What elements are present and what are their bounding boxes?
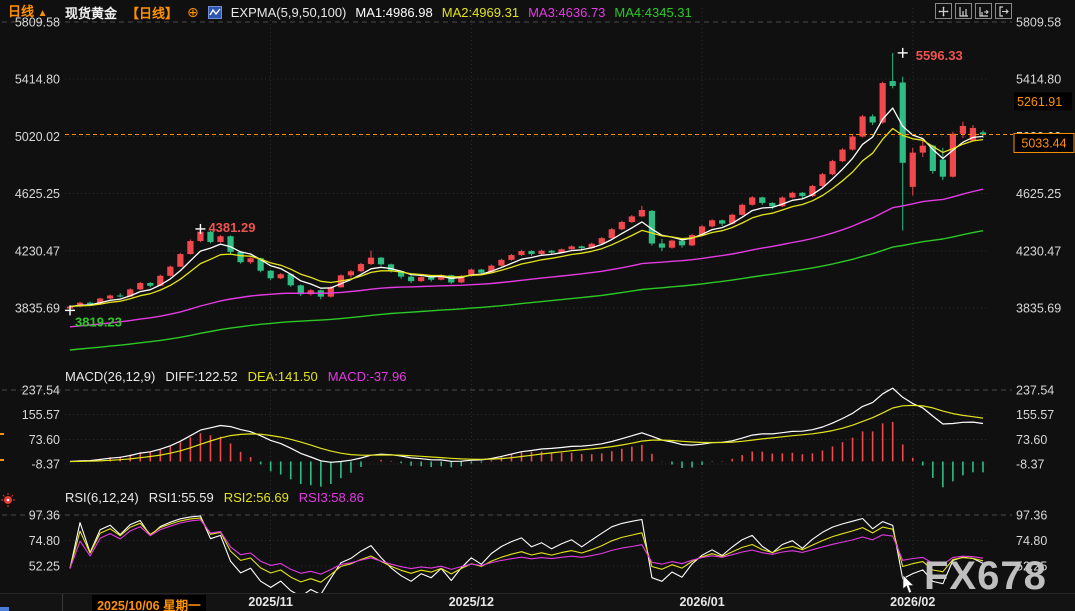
y-axis-label-left: 5414.80 [15, 73, 60, 87]
y-axis-label-left: 74.80 [29, 534, 60, 548]
edge-tick [0, 433, 4, 435]
link-icon[interactable]: ⊕ [187, 4, 199, 21]
rsi-indicator-name[interactable]: RSI(6,12,24) [65, 490, 139, 505]
ma1-value: MA1:4986.98 [355, 5, 432, 20]
y-axis-label-left: 73.60 [29, 433, 60, 447]
scroll-corner[interactable] [0, 607, 9, 611]
y-axis-label-left: 237.54 [22, 384, 60, 398]
y-scale-icon[interactable] [955, 3, 972, 19]
y-axis-label-left: 4625.25 [15, 187, 60, 201]
toolbar [935, 3, 1012, 19]
y-axis-label-right: 5809.58 [1016, 16, 1061, 30]
x-scale-icon[interactable] [975, 3, 992, 19]
pan-icon[interactable] [935, 3, 952, 19]
time-axis-label: 2026/01 [679, 595, 724, 609]
y-axis-label-left: -8.37 [32, 458, 61, 472]
watermark: FX678 [924, 554, 1047, 599]
exit-icon[interactable] [995, 3, 1012, 19]
price-annotation: 5596.33 [916, 48, 963, 63]
date-highlight-label: 2025/10/06 星期一 [92, 595, 206, 611]
chart-window: 5809.585809.585414.805414.805020.025020.… [0, 0, 1075, 611]
triangle-up-icon: ▲ [38, 8, 48, 19]
rsi3-value: RSI3:58.86 [299, 490, 364, 505]
ma3-value: MA3:4636.73 [528, 5, 605, 20]
edge-tick [0, 459, 4, 461]
y-axis-label-left: 155.57 [22, 408, 60, 422]
right-price-mark-label: 5261.91 [1017, 95, 1062, 109]
divider [62, 594, 63, 611]
rsi2-value: RSI2:56.69 [224, 490, 289, 505]
y-axis-label-right: 155.57 [1016, 408, 1054, 422]
ma2-value: MA2:4969.31 [442, 5, 519, 20]
y-axis-label-right: 4230.47 [1016, 244, 1061, 258]
time-axis-label: 2025/11 [248, 595, 293, 609]
macd-dea-line [70, 405, 983, 461]
alert-icon [1, 493, 15, 507]
period-selector-label[interactable]: 日线 [8, 4, 34, 19]
current-price-label: 5033.44 [1021, 136, 1066, 150]
symbol-name[interactable]: 现货黄金 [65, 3, 117, 22]
y-axis-label-left: 97.36 [29, 509, 60, 523]
macd-dea-value: DEA:141.50 [248, 369, 318, 384]
chart-header: 现货黄金 【日线】 ⊕ EXPMA(5,9,50,100) MA1:4986.9… [65, 3, 692, 22]
macd-diff-line [70, 388, 983, 462]
y-axis-label-right: 4625.25 [1016, 187, 1061, 201]
y-axis-label-right: 237.54 [1016, 384, 1054, 398]
rsi3-line [70, 520, 983, 574]
price-annotation: 3819.23 [75, 314, 122, 329]
y-axis-label-left: 3835.69 [15, 302, 60, 316]
y-axis-label-right: 73.60 [1016, 433, 1047, 447]
period-selector[interactable]: 日线 ▲ [8, 1, 48, 20]
price-annotation: 4381.29 [208, 220, 255, 235]
time-axis-label: 2025/12 [449, 595, 494, 609]
macd-bar-value: MACD:-37.96 [328, 369, 407, 384]
macd-histogram [70, 422, 983, 487]
mouse-cursor [902, 575, 918, 600]
y-axis-label-left: 5020.02 [15, 130, 60, 144]
period-tag[interactable]: 【日线】 [126, 3, 178, 22]
macd-diff-value: DIFF:122.52 [165, 369, 237, 384]
candles [67, 53, 986, 310]
rsi1-value: RSI1:55.59 [149, 490, 214, 505]
ma4-value: MA4:4345.31 [614, 5, 691, 20]
indicator-name[interactable]: EXPMA(5,9,50,100) [231, 5, 347, 20]
candlestick-chart[interactable]: 5809.585809.585414.805414.805020.025020.… [0, 0, 1075, 611]
macd-header: MACD(26,12,9) DIFF:122.52 DEA:141.50 MAC… [65, 369, 406, 384]
macd-indicator-name[interactable]: MACD(26,12,9) [65, 369, 155, 384]
y-axis-label-left: 4230.47 [15, 244, 60, 258]
y-axis-label-right: -8.37 [1016, 458, 1045, 472]
y-axis-label-left: 52.25 [29, 560, 60, 574]
rsi-header: RSI(6,12,24) RSI1:55.59 RSI2:56.69 RSI3:… [65, 490, 364, 505]
chart-type-icon[interactable] [208, 6, 222, 19]
expma5-line [70, 108, 983, 307]
y-axis-label-right: 3835.69 [1016, 302, 1061, 316]
y-axis-label-right: 74.80 [1016, 534, 1047, 548]
y-axis-label-right: 97.36 [1016, 509, 1047, 523]
y-axis-label-right: 5414.80 [1016, 73, 1061, 87]
